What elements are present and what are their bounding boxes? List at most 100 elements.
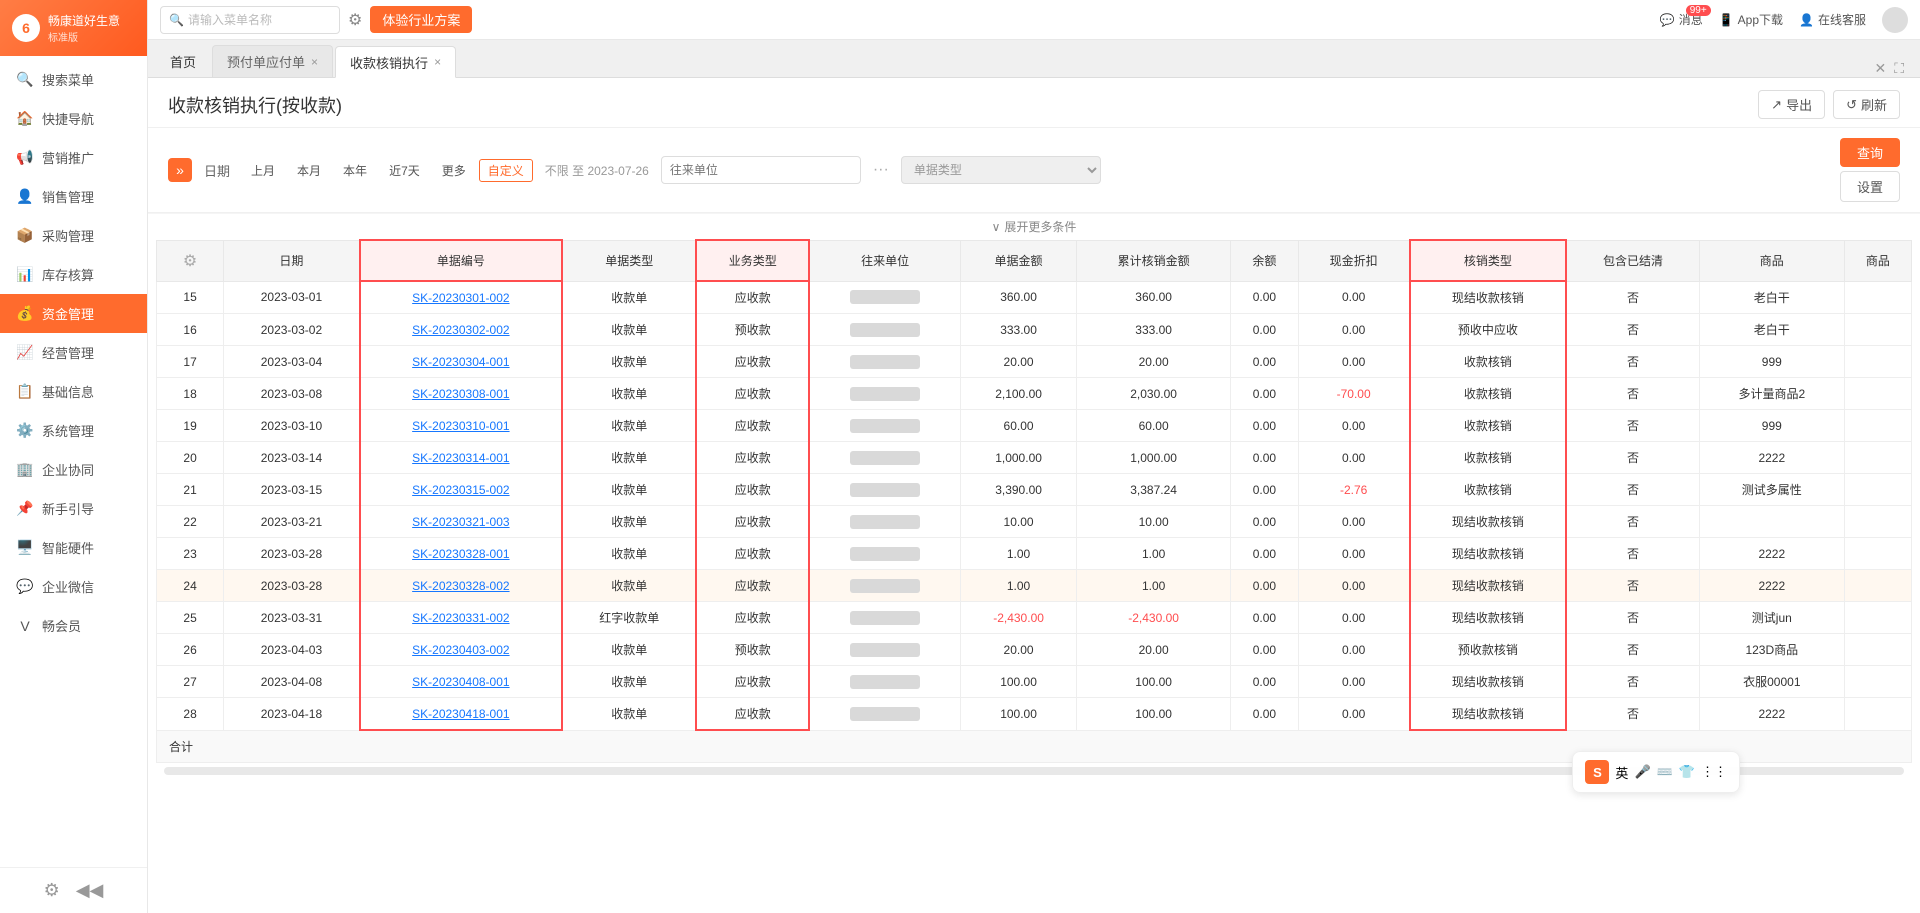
sidebar-item-inventory[interactable]: 📊库存核算: [0, 255, 147, 294]
settings-btn[interactable]: 设置: [1840, 171, 1900, 202]
gear-icon[interactable]: ⚙: [348, 10, 362, 30]
date-more[interactable]: 更多: [433, 159, 475, 182]
overlay-grid-icon[interactable]: ⋮⋮: [1701, 764, 1727, 780]
tab-prepay-close[interactable]: ×: [311, 55, 318, 69]
table-row: 27 2023-04-08 SK-20230408-001 收款单 应收款 10…: [157, 666, 1912, 698]
sidebar-item-basic[interactable]: 📋 基础信息: [0, 372, 147, 411]
sidebar-bottom: ⚙ ◀◀: [0, 867, 147, 913]
search-input[interactable]: 🔍 请输入菜单名称: [160, 6, 340, 34]
table-row: 26 2023-04-03 SK-20230403-002 收款单 预收款 20…: [157, 634, 1912, 666]
service-icon: 👤: [1799, 13, 1814, 27]
collapse-icon[interactable]: ◀◀: [72, 876, 108, 905]
overlay-shirt-icon[interactable]: 👕: [1679, 764, 1695, 780]
unit-input[interactable]: [661, 156, 861, 184]
sidebar-label-finance: 资金管理: [42, 304, 94, 323]
msg-btn[interactable]: 💬 消息 99+: [1660, 11, 1703, 28]
hardware-icon: 🖥️: [16, 539, 34, 556]
th-goods1: 商品: [1699, 240, 1844, 281]
msg-badge: 99+: [1686, 5, 1711, 16]
refresh-icon: ↺: [1846, 97, 1857, 113]
sidebar-label-nav: 快捷导航: [42, 109, 94, 128]
search-icon: 🔍: [169, 13, 184, 27]
inventory-icon: 📊: [16, 266, 34, 283]
sidebar-label-hardware: 智能硬件: [42, 538, 94, 557]
table-area: ⚙ 日期 单据编号 单据类型 业务类型 往来单位 单据金额 累计核销金额 余额 …: [148, 239, 1920, 913]
th-bill-type: 单据类型: [562, 240, 696, 281]
date-prev-month[interactable]: 上月: [242, 159, 284, 182]
tab-receipt-close[interactable]: ×: [434, 55, 441, 69]
sidebar-item-marketing[interactable]: 📢营销推广: [0, 138, 147, 177]
refresh-btn[interactable]: ↺ 刷新: [1833, 90, 1900, 119]
tabs-bar: 首页 预付单应付单 × 收款核销执行 × ✕ ⛶: [148, 40, 1920, 78]
table-row: 20 2023-03-14 SK-20230314-001 收款单 应收款 1,…: [157, 442, 1912, 474]
date-this-month[interactable]: 本月: [288, 159, 330, 182]
th-verify-type: 核销类型: [1410, 240, 1566, 281]
expand-more-btn[interactable]: ∨ 展开更多条件: [992, 218, 1077, 235]
tab-home[interactable]: 首页: [156, 45, 210, 77]
tab-close-all-icon[interactable]: ✕: [1874, 60, 1886, 77]
sidebar-label-purchase: 采购管理: [42, 226, 94, 245]
expand-icon: ∨: [992, 220, 1001, 234]
export-icon: ↗: [1771, 97, 1782, 113]
overlay-keyboard-icon[interactable]: ⌨️: [1657, 764, 1673, 780]
th-date: 日期: [224, 240, 360, 281]
date-range: 不限 至 2023-07-26: [545, 162, 649, 179]
query-btn[interactable]: 查询: [1840, 138, 1900, 167]
sidebar-label-search: 搜索菜单: [42, 70, 94, 89]
overlay-s-icon: S: [1585, 760, 1609, 784]
th-balance: 余额: [1231, 240, 1298, 281]
data-table: ⚙ 日期 单据编号 单据类型 业务类型 往来单位 单据金额 累计核销金额 余额 …: [156, 239, 1912, 763]
wechat-icon: 💬: [16, 578, 34, 595]
sidebar-item-purchase[interactable]: 📦 采购管理: [0, 216, 147, 255]
page-title: 收款核销执行(按收款): [168, 92, 342, 118]
tab-expand-icon[interactable]: ⛶: [1894, 60, 1904, 77]
sidebar-item-sales[interactable]: 👤销售管理: [0, 177, 147, 216]
basic-icon: 📋: [16, 383, 34, 400]
export-btn[interactable]: ↗ 导出: [1758, 90, 1825, 119]
tab-prepay[interactable]: 预付单应付单 ×: [212, 45, 333, 77]
industry-btn[interactable]: 体验行业方案: [370, 6, 472, 33]
th-gear[interactable]: ⚙: [157, 240, 224, 281]
th-included: 包含已结清: [1566, 240, 1700, 281]
date-this-year[interactable]: 本年: [334, 159, 376, 182]
date-7days[interactable]: 近7天: [380, 159, 429, 182]
sidebar: 6 畅康道好生意 标准版 🔍搜索菜单🏠快捷导航📢营销推广👤销售管理 📦 采购管理 📊库…: [0, 0, 148, 913]
sidebar-item-system[interactable]: ⚙️系统管理: [0, 411, 147, 450]
sidebar-item-hardware[interactable]: 🖥️ 智能硬件: [0, 528, 147, 567]
date-custom[interactable]: 自定义: [479, 159, 533, 182]
service-btn[interactable]: 👤 在线客服: [1799, 11, 1866, 28]
sidebar-logo-icon: 6: [12, 14, 40, 42]
type-filter: 单据类型: [901, 156, 1101, 184]
more-dots[interactable]: ···: [873, 161, 889, 179]
avatar[interactable]: [1882, 7, 1908, 33]
sidebar-item-enterprise[interactable]: 🏢企业协同: [0, 450, 147, 489]
purchase-icon: 📦: [16, 227, 34, 244]
sidebar-label-member: 畅会员: [42, 616, 81, 635]
sidebar-item-operation[interactable]: 📈经营管理: [0, 333, 147, 372]
table-row: 23 2023-03-28 SK-20230328-001 收款单 应收款 1.…: [157, 538, 1912, 570]
filter-toggle-btn[interactable]: »: [168, 158, 192, 182]
search-placeholder: 请输入菜单名称: [188, 11, 272, 28]
settings-icon[interactable]: ⚙: [40, 876, 64, 905]
app-btn[interactable]: 📱 App下载: [1719, 11, 1783, 28]
th-unit: 往来单位: [809, 240, 961, 281]
type-select[interactable]: 单据类型: [901, 156, 1101, 184]
sidebar-label-system: 系统管理: [42, 421, 94, 440]
tab-receipt[interactable]: 收款核销执行 ×: [335, 46, 456, 78]
sales-icon: 👤: [16, 188, 34, 205]
sidebar-logo: 6 畅康道好生意 标准版: [0, 0, 147, 56]
sidebar-item-search[interactable]: 🔍搜索菜单: [0, 60, 147, 99]
sidebar-item-finance[interactable]: 💰 资金管理: [0, 294, 147, 333]
table-header-row: ⚙ 日期 单据编号 单据类型 业务类型 往来单位 单据金额 累计核销金额 余额 …: [157, 240, 1912, 281]
sidebar-label-basic: 基础信息: [42, 382, 94, 401]
sidebar-item-member[interactable]: V 畅会员: [0, 606, 147, 645]
finance-icon: 💰: [16, 305, 34, 322]
member-icon: V: [16, 618, 34, 634]
sidebar-item-guide[interactable]: 📌新手引导: [0, 489, 147, 528]
th-goods2: 商品: [1844, 240, 1911, 281]
overlay-mic-icon[interactable]: 🎤: [1634, 764, 1650, 780]
sidebar-label-guide: 新手引导: [42, 499, 94, 518]
sidebar-item-nav[interactable]: 🏠快捷导航: [0, 99, 147, 138]
sidebar-item-wechat[interactable]: 💬企业微信: [0, 567, 147, 606]
table-row: 19 2023-03-10 SK-20230310-001 收款单 应收款 60…: [157, 410, 1912, 442]
